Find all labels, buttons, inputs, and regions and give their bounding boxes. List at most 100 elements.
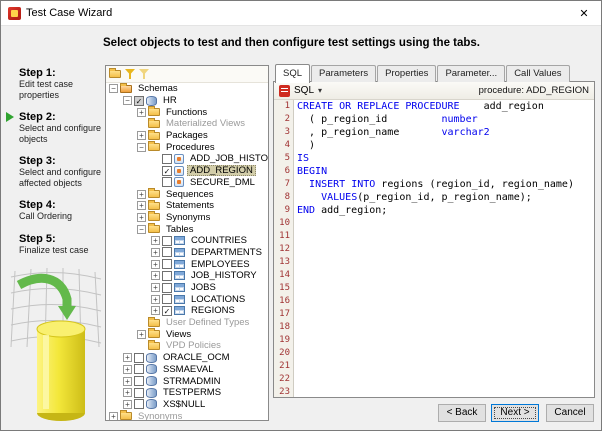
tree-item-label[interactable]: REGIONS: [188, 305, 238, 316]
tree-item-label[interactable]: ADD_JOB_HISTORY: [187, 153, 268, 164]
expand-icon[interactable]: +: [151, 306, 160, 316]
tree-item-label[interactable]: Synonyms: [135, 411, 185, 420]
tree-row[interactable]: + TESTPERMS: [106, 387, 268, 399]
tree-item-label[interactable]: SSMAEVAL: [160, 364, 217, 375]
tree-row[interactable]: − Procedures: [106, 141, 268, 153]
tree-row[interactable]: SECURE_DML: [106, 177, 268, 189]
collapse-icon[interactable]: −: [109, 84, 118, 94]
collapse-icon[interactable]: −: [123, 96, 132, 106]
tree-row[interactable]: + Sequences: [106, 188, 268, 200]
tree-item-label[interactable]: Statements: [163, 200, 217, 211]
expand-icon[interactable]: +: [123, 364, 132, 374]
expand-icon[interactable]: +: [151, 271, 160, 281]
tree-row[interactable]: ADD_JOB_HISTORY: [106, 153, 268, 165]
tree-row[interactable]: − Tables: [106, 223, 268, 235]
tree-checkbox[interactable]: [162, 270, 172, 281]
expand-icon[interactable]: +: [123, 388, 132, 398]
tree-item-label[interactable]: STRMADMIN: [160, 376, 224, 387]
collapse-icon[interactable]: −: [137, 224, 146, 234]
tree-checkbox[interactable]: [162, 247, 172, 258]
tree-row[interactable]: + DEPARTMENTS: [106, 247, 268, 259]
editor-body[interactable]: 1 2 3 4 5 6 7 8 9 10 11 12 13 14 15 16 17 18 19 20 21 22 23 CR…: [274, 100, 594, 397]
close-icon[interactable]: ✕: [567, 1, 601, 25]
tab-call-values[interactable]: Call Values: [506, 65, 570, 82]
tree-checkbox[interactable]: [134, 364, 144, 375]
tree-checkbox[interactable]: [134, 352, 144, 363]
tree-checkbox[interactable]: [134, 387, 144, 398]
tree-item-label[interactable]: Sequences: [163, 189, 217, 200]
tree-row[interactable]: Materialized Views: [106, 117, 268, 130]
tree-row[interactable]: + XS$NULL: [106, 399, 268, 411]
tree-row[interactable]: + ✓ REGIONS: [106, 305, 268, 317]
tree-row[interactable]: + Statements: [106, 199, 268, 212]
tree-row[interactable]: + STRMADMIN: [106, 375, 268, 387]
expand-icon[interactable]: +: [137, 131, 146, 141]
expand-icon[interactable]: +: [137, 201, 146, 211]
tree-row[interactable]: + COUNTRIES: [106, 235, 268, 247]
expand-icon[interactable]: +: [109, 411, 118, 420]
tree-row[interactable]: + Functions: [106, 106, 268, 118]
tree-checkbox[interactable]: [162, 294, 172, 305]
tree-row[interactable]: + ORACLE_OCM: [106, 352, 268, 364]
expand-icon[interactable]: +: [151, 247, 160, 257]
folder-icon[interactable]: [109, 68, 121, 78]
expand-icon[interactable]: +: [123, 376, 132, 386]
tree-checkbox[interactable]: [134, 376, 144, 387]
tree-item-label[interactable]: COUNTRIES: [188, 235, 250, 246]
expand-icon[interactable]: +: [137, 329, 146, 339]
tree-item-label[interactable]: Packages: [163, 130, 211, 141]
sql-dropdown[interactable]: SQL: [294, 85, 314, 96]
tree-row[interactable]: + EMPLOYEES: [106, 258, 268, 270]
tree-item-label[interactable]: TESTPERMS: [160, 387, 224, 398]
tree-item-label[interactable]: JOBS: [188, 282, 219, 293]
tree-item-label[interactable]: VPD Policies: [163, 340, 224, 351]
tree-checkbox[interactable]: [134, 399, 144, 410]
tree-row[interactable]: User Defined Types: [106, 316, 268, 329]
tree-row[interactable]: + Synonyms: [106, 410, 268, 420]
tree-item-label[interactable]: SECURE_DML: [187, 177, 258, 188]
tree-item-label[interactable]: ORACLE_OCM: [160, 352, 233, 363]
tab-properties[interactable]: Properties: [377, 65, 437, 82]
tree-checkbox[interactable]: [162, 153, 172, 164]
filter-clear-icon[interactable]: [139, 69, 149, 79]
expand-icon[interactable]: +: [137, 189, 146, 199]
tab-sql[interactable]: SQL: [275, 64, 311, 83]
tree-checkbox[interactable]: [162, 235, 172, 246]
tree-row[interactable]: − Schemas: [106, 82, 268, 95]
tree-item-label[interactable]: Views: [163, 329, 194, 340]
expand-icon[interactable]: +: [151, 283, 160, 293]
collapse-icon[interactable]: −: [137, 142, 146, 152]
tree-item-label[interactable]: Functions: [163, 107, 210, 118]
tab-parameters[interactable]: Parameters: [311, 65, 377, 82]
tree-checkbox[interactable]: [162, 259, 172, 270]
tree-item-label[interactable]: LOCATIONS: [188, 294, 248, 305]
tree-item-label[interactable]: XS$NULL: [160, 399, 208, 410]
tree-item-label[interactable]: EMPLOYEES: [188, 259, 253, 270]
next-button[interactable]: Next >: [491, 404, 539, 422]
tree-row[interactable]: + LOCATIONS: [106, 293, 268, 305]
tree-item-label[interactable]: Materialized Views: [163, 118, 248, 129]
tree-row[interactable]: VPD Policies: [106, 339, 268, 352]
expand-icon[interactable]: +: [151, 259, 160, 269]
tree-checkbox[interactable]: ✓: [162, 305, 172, 316]
tree-item-label[interactable]: User Defined Types: [163, 317, 252, 328]
tree-row[interactable]: + Synonyms: [106, 211, 268, 224]
tree-item-label[interactable]: JOB_HISTORY: [188, 270, 260, 281]
expand-icon[interactable]: +: [123, 353, 132, 363]
tree-row[interactable]: + JOB_HISTORY: [106, 270, 268, 282]
filter-icon[interactable]: [125, 69, 135, 79]
back-button[interactable]: < Back: [438, 404, 486, 422]
tree-item-label[interactable]: Procedures: [163, 142, 218, 153]
expand-icon[interactable]: +: [151, 236, 160, 246]
tree-item-label[interactable]: ADD_REGION: [187, 165, 256, 177]
tree-checkbox[interactable]: ✓: [162, 165, 172, 176]
expand-icon[interactable]: +: [137, 212, 146, 222]
expand-icon[interactable]: +: [137, 107, 146, 117]
tree-item-label[interactable]: HR: [160, 95, 180, 106]
tree-row[interactable]: + SSMAEVAL: [106, 364, 268, 376]
chevron-down-icon[interactable]: ▾: [318, 86, 322, 95]
tree-row[interactable]: + Packages: [106, 129, 268, 142]
tree-row[interactable]: + JOBS: [106, 282, 268, 294]
tree-item-label[interactable]: Tables: [163, 224, 196, 235]
tree-row[interactable]: + Views: [106, 328, 268, 340]
